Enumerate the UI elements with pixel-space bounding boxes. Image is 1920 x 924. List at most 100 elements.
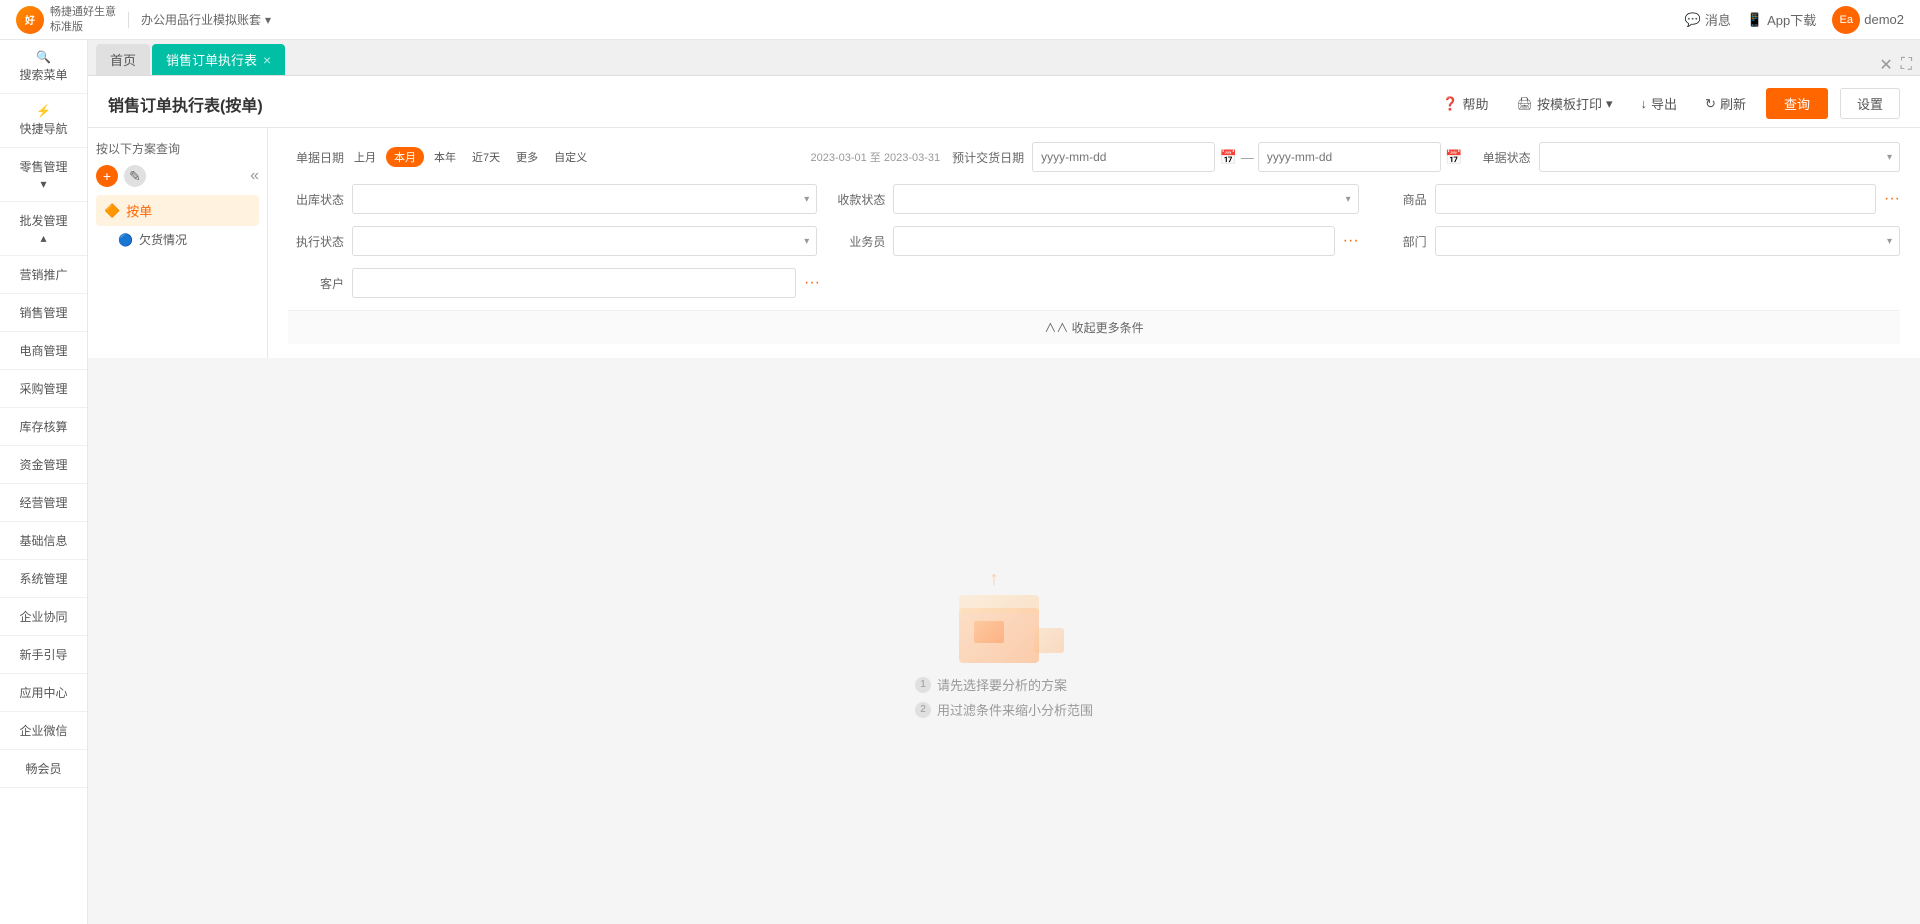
help-icon: ❓: [1442, 96, 1458, 112]
tip-num-2: 2: [915, 702, 931, 718]
settings-button[interactable]: 设置: [1840, 88, 1900, 119]
scheme-item-single[interactable]: 🔶 按单: [96, 195, 259, 226]
refresh-btn[interactable]: ↻ 刷新: [1697, 90, 1754, 117]
sidebar-item-ecommerce[interactable]: 电商管理: [0, 332, 87, 370]
filter-left-actions: + ✎ «: [96, 165, 259, 187]
filter-group-expected-date: 预计交货日期 📅 — 📅: [952, 142, 1462, 172]
collapse-icon: ∧∧: [1044, 321, 1068, 335]
date-tab-prev-month[interactable]: 上月: [348, 147, 382, 167]
filter-group-goods: 商品 ···: [1371, 184, 1900, 214]
goods-input[interactable]: [1435, 184, 1876, 214]
filter-group-status: 单据状态 ▾: [1475, 142, 1900, 172]
calendar-to-icon[interactable]: 📅: [1445, 149, 1462, 166]
user-profile[interactable]: Ea demo2: [1832, 6, 1904, 34]
sidebar-item-vip[interactable]: 畅会员: [0, 750, 87, 788]
chevron-down-icon: ▾: [40, 177, 46, 191]
filter-group-outstock: 出库状态 ▾: [288, 184, 817, 214]
window-close-icon[interactable]: ✕: [1879, 55, 1892, 75]
sidebar-item-marketing[interactable]: 营销推广: [0, 256, 87, 294]
date-label: 单据日期: [288, 149, 344, 166]
query-button[interactable]: 查询: [1766, 88, 1828, 119]
sidebar-item-finance[interactable]: 资金管理: [0, 446, 87, 484]
expected-date-to[interactable]: [1258, 142, 1441, 172]
page-actions: ❓ 帮助 🖨 按模板打印 ▾ ↓ 导出 ↻ 刷新 查询 设置: [1434, 88, 1900, 119]
avatar: Ea: [1832, 6, 1860, 34]
top-header: 好 畅捷通好生意 标准版 办公用品行业模拟账套 ▾ 💬 消息 📱 App下载 E…: [0, 0, 1920, 40]
salesman-input[interactable]: [893, 226, 1334, 256]
export-btn[interactable]: ↓ 导出: [1633, 90, 1686, 117]
edit-scheme-btn[interactable]: ✎: [124, 165, 146, 187]
collapse-more-btn[interactable]: ∧∧ 收起更多条件: [288, 310, 1900, 344]
dept-select[interactable]: [1435, 226, 1900, 256]
filter-group-customer: 客户 ···: [288, 268, 820, 298]
header-left: 好 畅捷通好生意 标准版 办公用品行业模拟账套 ▾: [16, 5, 271, 34]
customer-more-btn[interactable]: ···: [804, 274, 820, 292]
empty-tips: 1 请先选择要分析的方案 2 用过滤条件来缩小分析范围: [915, 675, 1093, 719]
salesman-label: 业务员: [829, 233, 885, 250]
message-btn[interactable]: 💬 消息: [1685, 10, 1731, 29]
print-dropdown-icon[interactable]: ▾: [1606, 96, 1613, 112]
status-select-wrap: ▾: [1539, 142, 1900, 172]
exec-select[interactable]: [352, 226, 817, 256]
sidebar-item-quick-nav[interactable]: ⚡ 快捷导航: [0, 94, 87, 148]
breadcrumb-arrow[interactable]: ▾: [265, 13, 271, 27]
help-btn[interactable]: ❓ 帮助: [1434, 90, 1496, 117]
status-select[interactable]: [1539, 142, 1900, 172]
goods-more-btn[interactable]: ···: [1884, 190, 1900, 208]
sidebar-item-inventory[interactable]: 库存核算: [0, 408, 87, 446]
filter-right: 单据日期 上月 本月 本年 近7天 更多 自定义 2023-03-01 至 20…: [268, 128, 1920, 358]
filter-left-title: 按以下方案查询: [96, 140, 259, 157]
filter-group-salesman: 业务员 ···: [829, 226, 1358, 256]
add-scheme-btn[interactable]: +: [96, 165, 118, 187]
sidebar-item-enterprise[interactable]: 企业协同: [0, 598, 87, 636]
calendar-from-icon[interactable]: 📅: [1219, 149, 1236, 166]
filter-row-2: 出库状态 ▾ 收款状态: [288, 184, 1900, 214]
receipt-select[interactable]: [893, 184, 1358, 214]
collapse-scheme-btn[interactable]: «: [250, 167, 259, 185]
sidebar-item-search[interactable]: 🔍 搜索菜单: [0, 40, 87, 94]
print-btn[interactable]: 🖨 按模板打印 ▾: [1508, 90, 1620, 117]
out-stock-select[interactable]: [352, 184, 817, 214]
tip-num-1: 1: [915, 677, 931, 693]
sidebar-item-retail[interactable]: 零售管理 ▾: [0, 148, 87, 202]
tabs-bar: 首页 销售订单执行表 × ✕ ⛶: [88, 40, 1920, 76]
export-icon: ↓: [1641, 96, 1648, 111]
filter-panel: 按以下方案查询 + ✎ « 🔶 按单: [88, 128, 1920, 358]
date-tab-current-month[interactable]: 本月: [386, 147, 424, 167]
filter-left: 按以下方案查询 + ✎ « 🔶 按单: [88, 128, 268, 358]
sidebar-item-wholesale[interactable]: 批发管理 ▴: [0, 202, 87, 256]
message-icon: 💬: [1685, 12, 1701, 28]
page-header: 销售订单执行表(按单) ❓ 帮助 🖨 按模板打印 ▾ ↓ 导出 ↻ 刷新: [88, 76, 1920, 128]
customer-input[interactable]: [352, 268, 796, 298]
empty-tip-2: 2 用过滤条件来缩小分析范围: [915, 700, 1093, 719]
date-tab-current-year[interactable]: 本年: [428, 147, 462, 167]
expected-date-from[interactable]: [1032, 142, 1215, 172]
scheme-item-backorder[interactable]: 🔵 欠货情况: [96, 226, 259, 253]
app-download-btn[interactable]: 📱 App下载: [1747, 10, 1816, 29]
customer-label: 客户: [288, 275, 344, 292]
sidebar-item-system[interactable]: 系统管理: [0, 560, 87, 598]
salesman-more-btn[interactable]: ···: [1343, 232, 1359, 250]
receipt-label: 收款状态: [829, 191, 885, 208]
empty-illustration: ↑: [944, 563, 1064, 663]
scheme-icon: 🔶: [104, 203, 120, 219]
sidebar-item-purchase[interactable]: 采购管理: [0, 370, 87, 408]
sidebar-item-basic[interactable]: 基础信息: [0, 522, 87, 560]
tab-home[interactable]: 首页: [96, 44, 150, 75]
sidebar-item-enterprise-wechat[interactable]: 企业微信: [0, 712, 87, 750]
sidebar-item-operations[interactable]: 经营管理: [0, 484, 87, 522]
sidebar-item-newbie[interactable]: 新手引导: [0, 636, 87, 674]
sidebar-item-apps[interactable]: 应用中心: [0, 674, 87, 712]
date-separator: —: [1241, 150, 1254, 165]
date-tab-custom[interactable]: 自定义: [548, 147, 593, 167]
date-tab-7days[interactable]: 近7天: [466, 147, 506, 167]
tab-close-icon[interactable]: ×: [263, 53, 271, 67]
search-icon: 🔍: [36, 50, 51, 64]
empty-tip-1: 1 请先选择要分析的方案: [915, 675, 1093, 694]
date-tab-more[interactable]: 更多: [510, 147, 544, 167]
exec-label: 执行状态: [288, 233, 344, 250]
tab-sales-order[interactable]: 销售订单执行表 ×: [152, 44, 285, 75]
window-maximize-icon[interactable]: ⛶: [1901, 56, 1912, 74]
filter-group-date: 单据日期 上月 本月 本年 近7天 更多 自定义: [288, 147, 798, 167]
sidebar-item-sales[interactable]: 销售管理: [0, 294, 87, 332]
